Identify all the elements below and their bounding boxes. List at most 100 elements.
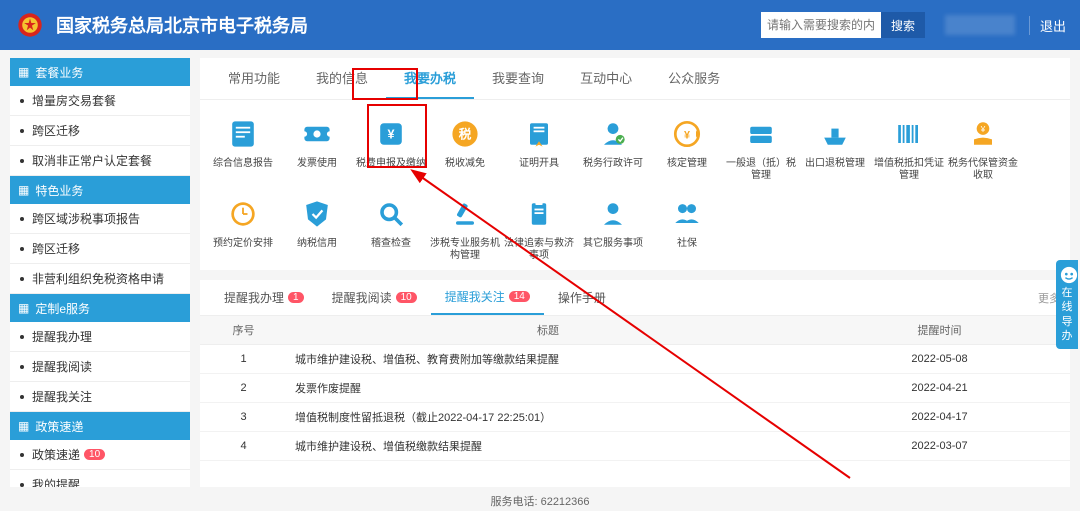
coin-percent-icon: 税 — [445, 114, 485, 154]
sidebar-item[interactable]: 非营利组织免税资格申请 — [10, 264, 190, 294]
float-label: 在线导办 — [1062, 287, 1073, 342]
top-tab[interactable]: 互动中心 — [562, 58, 650, 99]
service-item[interactable]: 稽查检查 — [354, 194, 428, 262]
notice-tab[interactable]: 提醒我办理 1 — [210, 281, 318, 314]
sidebar-group-header[interactable]: ▦特色业务 — [10, 176, 190, 204]
shield-ok-icon — [297, 194, 337, 234]
sidebar-item[interactable]: 取消非正常户认定套餐 — [10, 146, 190, 176]
search-icon — [371, 194, 411, 234]
tab-label: 提醒我办理 — [224, 289, 284, 306]
bullet-icon — [20, 483, 24, 487]
sidebar-item-label: 增量房交易套餐 — [32, 92, 116, 109]
service-item[interactable]: 社保 — [650, 194, 724, 262]
user-icon: ▦ — [18, 301, 29, 315]
service-item[interactable]: 发票使用 — [280, 114, 354, 182]
hand-coin-icon: ¥ — [963, 114, 1003, 154]
service-item[interactable]: 一般退（抵）税管理 — [724, 114, 798, 182]
cell-date: 2022-05-08 — [809, 345, 1070, 374]
service-label: 发票使用 — [297, 158, 337, 182]
service-label: 核定管理 — [667, 158, 707, 182]
ticket-icon — [297, 114, 337, 154]
top-tab[interactable]: 我要查询 — [474, 58, 562, 99]
service-label: 法律追索与救济事项 — [504, 238, 574, 262]
sidebar-item[interactable]: 提醒我阅读 — [10, 352, 190, 382]
services-card: 常用功能我的信息我要办税我要查询互动中心公众服务 综合信息报告发票使用¥税费申报… — [200, 58, 1070, 270]
svg-text:税: 税 — [459, 127, 472, 142]
bullet-icon — [20, 99, 24, 103]
notice-tabs: 提醒我办理1提醒我阅读10提醒我关注14操作手册更多 — [200, 280, 1070, 316]
service-item[interactable]: 纳税信用 — [280, 194, 354, 262]
sidebar-item[interactable]: 跨区迁移 — [10, 116, 190, 146]
bullet-icon — [20, 217, 24, 221]
service-label: 一般退（抵）税管理 — [726, 158, 796, 182]
person-ok-icon — [593, 114, 633, 154]
notice-tab[interactable]: 操作手册 — [544, 281, 620, 314]
sidebar-item[interactable]: 我的提醒 — [10, 470, 190, 487]
main-content: 常用功能我的信息我要办税我要查询互动中心公众服务 综合信息报告发票使用¥税费申报… — [200, 58, 1070, 487]
service-label: 增值税抵扣凭证管理 — [874, 158, 944, 182]
service-item[interactable]: 法律追索与救济事项 — [502, 194, 576, 262]
online-help-float[interactable]: 在线导办 — [1056, 260, 1078, 349]
service-label: 其它服务事项 — [583, 238, 643, 262]
cell-title: 增值税制度性留抵退税（截止2022-04-17 22:25:01） — [287, 403, 809, 432]
cert-icon — [519, 114, 559, 154]
service-item[interactable]: 税务行政许可 — [576, 114, 650, 182]
service-item[interactable]: ¥ 核定管理 — [650, 114, 724, 182]
svg-text:¥: ¥ — [684, 130, 690, 142]
cell-index: 2 — [200, 374, 287, 403]
sidebar-group-header[interactable]: ▦政策速递 — [10, 412, 190, 440]
service-item[interactable]: 出口退税管理 — [798, 114, 872, 182]
sidebar-item[interactable]: 跨区域涉税事项报告 — [10, 204, 190, 234]
sidebar-item-label: 提醒我阅读 — [32, 358, 92, 375]
bullet-icon — [20, 395, 24, 399]
count-badge: 10 — [84, 449, 105, 460]
service-item[interactable]: 税税收减免 — [428, 114, 502, 182]
sidebar-item-label: 取消非正常户认定套餐 — [32, 152, 152, 169]
search-button[interactable]: 搜索 — [881, 12, 925, 38]
top-tab[interactable]: 公众服务 — [650, 58, 738, 99]
service-item[interactable]: ¥税务代保管资金收取 — [946, 114, 1020, 182]
notice-tab[interactable]: 提醒我关注14 — [431, 280, 544, 315]
sidebar-item[interactable]: 政策速递10 — [10, 440, 190, 470]
sidebar-group-header[interactable]: ▦套餐业务 — [10, 58, 190, 86]
service-item[interactable]: 证明开具 — [502, 114, 576, 182]
notice-card: 提醒我办理1提醒我阅读10提醒我关注14操作手册更多 序号 标题 提醒时间 1城… — [200, 280, 1070, 487]
table-row[interactable]: 3增值税制度性留抵退税（截止2022-04-17 22:25:01）2022-0… — [200, 403, 1070, 432]
sidebar-item[interactable]: 跨区迁移 — [10, 234, 190, 264]
table-row[interactable]: 5城市维护建设税、增值税、地方教育附加等缴款结果提醒2022-02-22 — [200, 461, 1070, 467]
sidebar-item-label: 提醒我办理 — [32, 328, 92, 345]
sidebar-group-header[interactable]: ▦定制e服务 — [10, 294, 190, 322]
service-item[interactable]: 涉税专业服务机构管理 — [428, 194, 502, 262]
service-item[interactable]: 增值税抵扣凭证管理 — [872, 114, 946, 182]
service-item[interactable]: 预约定价安排 — [206, 194, 280, 262]
cell-index: 3 — [200, 403, 287, 432]
search-input[interactable] — [761, 12, 881, 38]
tab-label: 提醒我阅读 — [332, 289, 392, 306]
notice-tab[interactable]: 提醒我阅读10 — [318, 281, 431, 314]
table-row[interactable]: 1城市维护建设税、增值税、教育费附加等缴款结果提醒2022-05-08 — [200, 345, 1070, 374]
bullet-icon — [20, 277, 24, 281]
top-tab[interactable]: 常用功能 — [210, 58, 298, 99]
cell-index: 5 — [200, 461, 287, 467]
notice-table: 序号 标题 提醒时间 1城市维护建设税、增值税、教育费附加等缴款结果提醒2022… — [200, 316, 1070, 466]
table-row[interactable]: 2发票作废提醒2022-04-21 — [200, 374, 1070, 403]
logout-link[interactable]: 退出 — [1029, 16, 1066, 35]
table-row[interactable]: 4城市维护建设税、增值税缴款结果提醒2022-03-07 — [200, 432, 1070, 461]
service-label: 税收减免 — [445, 158, 485, 182]
hotline-number: 62212366 — [541, 496, 590, 508]
sidebar-item[interactable]: 提醒我关注 — [10, 382, 190, 412]
cell-date: 2022-04-21 — [809, 374, 1070, 403]
sidebar-item-label: 我的提醒 — [32, 476, 80, 487]
service-label: 证明开具 — [519, 158, 559, 182]
top-tabs: 常用功能我的信息我要办税我要查询互动中心公众服务 — [200, 58, 1070, 100]
sidebar-item[interactable]: 增量房交易套餐 — [10, 86, 190, 116]
service-item[interactable]: 综合信息报告 — [206, 114, 280, 182]
service-label: 涉税专业服务机构管理 — [430, 238, 500, 262]
grid-icon: ▦ — [18, 183, 29, 197]
count-badge: 1 — [288, 292, 304, 303]
th-title: 标题 — [287, 316, 809, 345]
sidebar-item[interactable]: 提醒我办理 — [10, 322, 190, 352]
service-item[interactable]: 其它服务事项 — [576, 194, 650, 262]
sidebar-item-label: 提醒我关注 — [32, 388, 92, 405]
tab-label: 提醒我关注 — [445, 288, 505, 305]
